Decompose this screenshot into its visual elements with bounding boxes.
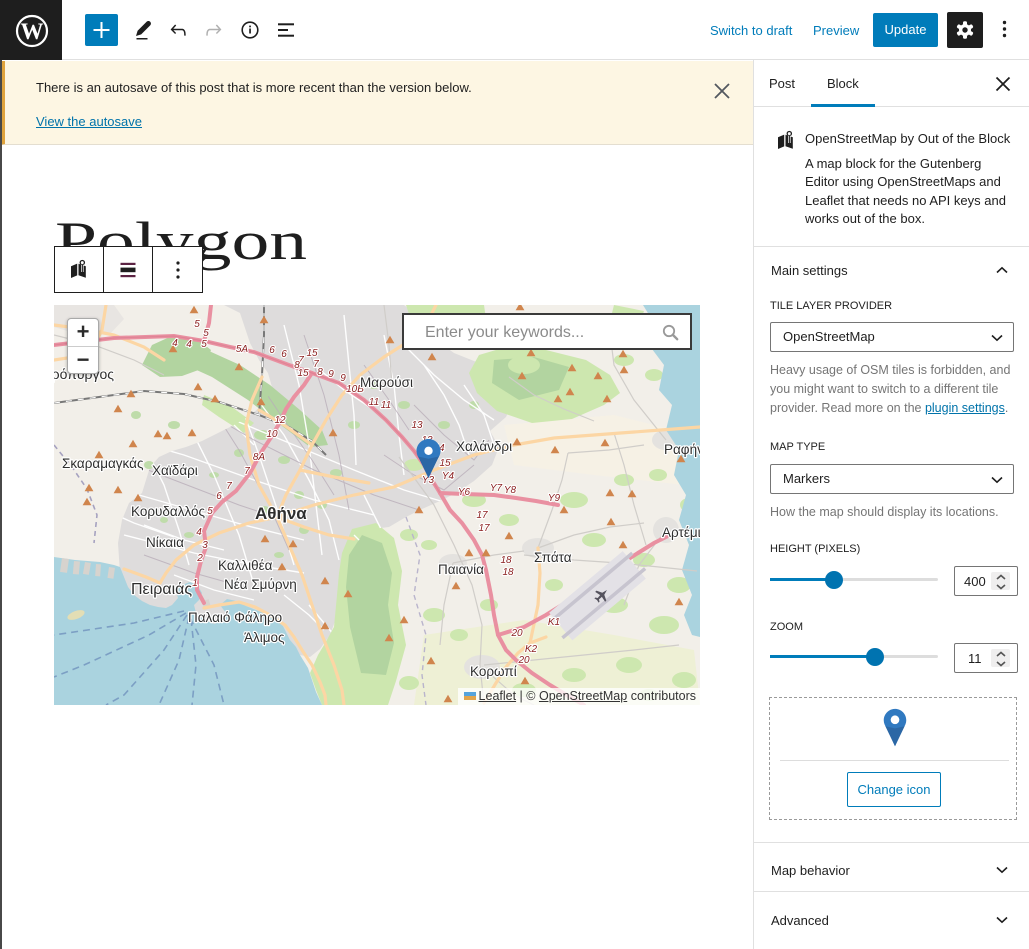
svg-text:11: 11 [369,397,379,408]
svg-text:7: 7 [244,466,250,477]
svg-text:17: 17 [478,523,490,534]
svg-text:Άλιμος: Άλιμος [244,630,285,645]
svg-text:10: 10 [266,429,278,440]
svg-text:Y8: Y8 [504,485,517,496]
svg-text:Y6: Y6 [458,487,471,498]
svg-text:12: 12 [274,415,286,426]
svg-text:11: 11 [381,400,391,411]
svg-text:18: 18 [500,555,512,566]
svg-text:Χαλάνδρι: Χαλάνδρι [456,439,512,454]
svg-text:1: 1 [192,578,198,589]
svg-text:W: W [21,19,44,44]
svg-text:Νέα Σμύρνη: Νέα Σμύρνη [224,577,297,592]
svg-text:8: 8 [294,360,300,371]
svg-text:Καλλιθέα: Καλλιθέα [218,558,273,573]
svg-text:Παλαιό Φάληρο: Παλαιό Φάληρο [188,610,282,625]
svg-text:20: 20 [517,655,530,666]
svg-text:9: 9 [328,369,334,380]
svg-text:5: 5 [201,339,207,350]
svg-text:20: 20 [510,628,523,639]
svg-text:5: 5 [203,328,209,339]
svg-text:5: 5 [207,506,213,517]
svg-text:K1: K1 [548,617,560,628]
svg-text:Μαρούσι: Μαρούσι [360,375,413,390]
svg-text:Κορυδαλλός: Κορυδαλλός [131,504,206,519]
svg-text:5A: 5A [236,344,249,355]
svg-text:6: 6 [281,349,287,360]
svg-text:4: 4 [186,339,192,350]
svg-text:2: 2 [196,553,203,564]
svg-text:8: 8 [317,367,323,378]
svg-text:Αθήνα: Αθήνα [255,504,307,523]
svg-text:13: 13 [411,420,423,431]
svg-text:6: 6 [216,491,222,502]
svg-text:Ραφήνα: Ραφήνα [664,442,700,457]
svg-text:7: 7 [226,481,232,492]
svg-text:8A: 8A [253,452,266,463]
svg-text:Y9: Y9 [548,493,561,504]
svg-text:15: 15 [306,348,318,359]
svg-text:4: 4 [196,527,202,538]
svg-text:Y7: Y7 [490,483,503,494]
svg-text:Παιανία: Παιανία [438,562,484,577]
svg-text:3: 3 [202,540,208,551]
svg-text:Νίκαια: Νίκαια [146,535,184,550]
svg-text:Σκαραμαγκάς: Σκαραμαγκάς [62,456,144,471]
svg-text:9: 9 [340,373,346,384]
svg-text:Αρτέμιδα: Αρτέμιδα [662,525,700,540]
svg-text:6: 6 [269,345,275,356]
svg-text:17: 17 [476,510,488,521]
svg-text:5: 5 [194,319,200,330]
svg-text:Χαϊδάρι: Χαϊδάρι [152,463,198,478]
svg-text:Κορωπί: Κορωπί [470,664,517,679]
svg-text:Y4: Y4 [442,471,455,482]
svg-text:Πειραιάς: Πειραιάς [131,581,192,598]
svg-text:K2: K2 [525,644,538,655]
svg-text:Σπάτα: Σπάτα [534,550,572,565]
svg-text:15: 15 [439,458,451,469]
svg-text:4: 4 [172,338,178,349]
svg-text:18: 18 [502,567,514,578]
